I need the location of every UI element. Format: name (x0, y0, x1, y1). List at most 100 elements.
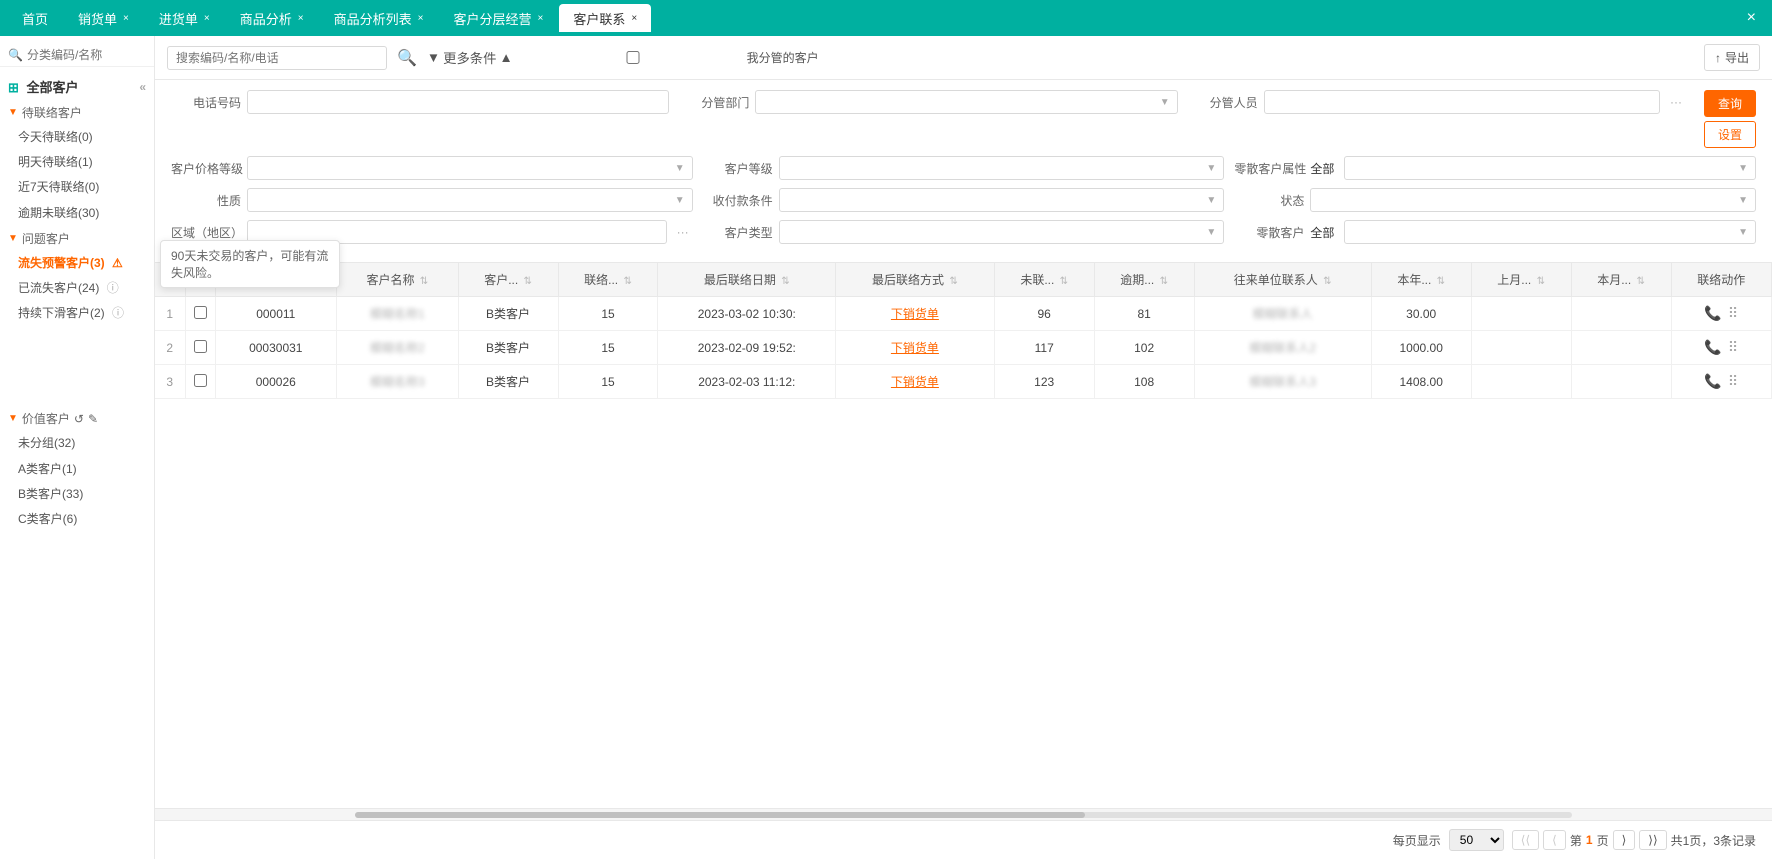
filter-customer-level: 客户等级 ▼ (703, 156, 1225, 180)
search-input[interactable] (167, 46, 387, 70)
sidebar-item-today[interactable]: 今天待联络(0) (0, 125, 154, 150)
sidebar-search-input[interactable] (27, 48, 146, 62)
row-last-method[interactable]: 下销货单 (836, 297, 995, 331)
filter-zero-customer: 零散客户 全部 ▼ (1234, 220, 1756, 244)
filter-status-select[interactable]: ▼ (1310, 188, 1756, 212)
tab-home[interactable]: 首页 (8, 4, 62, 32)
sort-icon[interactable]: ⇅ (1323, 276, 1331, 287)
sort-icon[interactable]: ⇅ (524, 276, 532, 287)
sort-icon[interactable]: ⇅ (1060, 276, 1068, 287)
my-customers-checkbox[interactable] (523, 51, 743, 64)
sort-icon[interactable]: ⇅ (420, 276, 428, 287)
contact-icon[interactable]: 📞 (1704, 373, 1721, 390)
last-page-button[interactable]: ⟩⟩ (1639, 830, 1666, 850)
row-checkbox[interactable] (185, 331, 215, 365)
row-last-method[interactable]: 下销货单 (836, 331, 995, 365)
search-button[interactable]: 🔍 (397, 48, 417, 68)
sidebar-item-ungrouped[interactable]: 未分组(32) (0, 431, 154, 456)
first-page-button[interactable]: ⟨⟨ (1512, 830, 1539, 850)
tab-customer-tier[interactable]: 客户分层经营 × (439, 4, 557, 32)
sidebar-item-overdue[interactable]: 逾期未联络(30) (0, 201, 154, 226)
next-page-button[interactable]: ⟩ (1613, 830, 1636, 850)
nature-select[interactable] (247, 188, 693, 212)
sidebar-all-customers[interactable]: ⊞ 全部客户 « (0, 73, 154, 100)
customer-level-select[interactable] (779, 156, 1225, 180)
row-actions: 📞 ⠿ (1671, 331, 1771, 365)
sidebar-item-type-b[interactable]: B类客户(33) (0, 482, 154, 507)
refresh-icon[interactable]: ↺ (74, 412, 84, 426)
close-icon[interactable]: × (631, 13, 637, 24)
close-icon[interactable]: × (204, 13, 210, 24)
close-icon[interactable]: × (537, 13, 543, 24)
row-last-method[interactable]: 下销货单 (836, 365, 995, 399)
filter-zero-customer-select[interactable]: ▼ (1344, 220, 1756, 244)
zero-customer-select[interactable] (1344, 220, 1756, 244)
sidebar-item-churned[interactable]: 已流失客户(24) ⓘ (0, 276, 154, 301)
prev-page-button[interactable]: ⟨ (1543, 830, 1566, 850)
row-checkbox[interactable] (185, 297, 215, 331)
more-action-icon[interactable]: ⠿ (1728, 305, 1738, 322)
more-conditions-button[interactable]: ▼ 更多条件 ▲ (427, 48, 513, 67)
filter-phone-input[interactable] (247, 90, 669, 114)
sort-icon[interactable]: ⇅ (1637, 276, 1645, 287)
col-last-date: 最后联络日期 ⇅ (658, 263, 836, 297)
contact-icon[interactable]: 📞 (1704, 305, 1721, 322)
sort-icon[interactable]: ⇅ (949, 276, 957, 287)
filter-customer-level-select[interactable]: ▼ (779, 156, 1225, 180)
customer-type-select[interactable] (779, 220, 1225, 244)
tab-sales[interactable]: 销货单 × (64, 4, 143, 32)
payment-select[interactable] (779, 188, 1225, 212)
filter-nature-select[interactable]: ▼ (247, 188, 693, 212)
close-icon[interactable]: × (123, 13, 129, 24)
filter-customer-type-select[interactable]: ▼ (779, 220, 1225, 244)
filter-staff-select[interactable] (1264, 90, 1660, 114)
filter-price-level-select[interactable]: ▼ (247, 156, 693, 180)
scrollbar-thumb[interactable] (355, 812, 1085, 818)
my-customers-checkbox-label[interactable]: 我分管的客户 (523, 49, 819, 66)
sidebar-group-problem[interactable]: ▼ 问题客户 (0, 226, 154, 251)
toolbar: 🔍 ▼ 更多条件 ▲ 我分管的客户 ↑ 导出 (155, 36, 1772, 80)
sort-icon[interactable]: ⇅ (1437, 276, 1445, 287)
filter-zero-attr-select[interactable]: ▼ (1344, 156, 1756, 180)
close-icon[interactable]: × (418, 13, 424, 24)
sort-icon[interactable]: ⇅ (1537, 276, 1545, 287)
more-staff-icon[interactable]: ··· (1666, 95, 1686, 109)
horizontal-scrollbar[interactable] (155, 808, 1772, 820)
filter-dept-select[interactable]: ▼ (755, 90, 1177, 114)
row-checkbox[interactable] (185, 365, 215, 399)
sidebar-group-pending[interactable]: ▼ 待联络客户 (0, 100, 154, 125)
more-action-icon[interactable]: ⠿ (1728, 373, 1738, 390)
tab-purchase[interactable]: 进货单 × (145, 4, 224, 32)
sidebar-item-type-c[interactable]: C类客户(6) (0, 507, 154, 532)
sidebar-item-declining[interactable]: 持续下滑客户(2) ⓘ (0, 301, 154, 326)
customer-table: ⚙ 客户编码 ⇅ 客户名称 ⇅ (155, 263, 1772, 399)
filter-payment-select[interactable]: ▼ (779, 188, 1225, 212)
edit-icon[interactable]: ✎ (88, 412, 98, 426)
tab-product-analysis[interactable]: 商品分析 × (226, 4, 318, 32)
status-select[interactable] (1310, 188, 1756, 212)
window-close-button[interactable]: × (1739, 9, 1764, 27)
zero-attr-select[interactable] (1344, 156, 1756, 180)
tab-product-analysis-list[interactable]: 商品分析列表 × (320, 4, 438, 32)
export-button[interactable]: ↑ 导出 (1704, 44, 1760, 71)
dept-select[interactable] (755, 90, 1177, 114)
sort-icon[interactable]: ⇅ (1160, 276, 1168, 287)
sort-icon[interactable]: ⇅ (781, 276, 789, 287)
more-region-icon[interactable]: ··· (673, 225, 693, 239)
price-level-select[interactable] (247, 156, 693, 180)
filter-staff-input[interactable] (1264, 90, 1660, 114)
query-button[interactable]: 查询 (1704, 90, 1756, 117)
close-icon[interactable]: × (298, 13, 304, 24)
sidebar-item-churn-warning[interactable]: 流失预警客户(3) ⚠ (0, 251, 154, 276)
per-page-select[interactable]: 50 100 200 (1449, 829, 1504, 851)
more-action-icon[interactable]: ⠿ (1728, 339, 1738, 356)
setting-button[interactable]: 设置 (1704, 121, 1756, 148)
sidebar-item-tomorrow[interactable]: 明天待联络(1) (0, 150, 154, 175)
sidebar-item-7days[interactable]: 近7天待联络(0) (0, 175, 154, 200)
sidebar-group-value[interactable]: ▼ 价值客户 ↺ ✎ (0, 406, 154, 431)
contact-icon[interactable]: 📞 (1704, 339, 1721, 356)
sidebar-item-type-a[interactable]: A类客户(1) (0, 457, 154, 482)
collapse-icon[interactable]: « (139, 80, 146, 94)
sort-icon[interactable]: ⇅ (623, 276, 631, 287)
tab-customer-contact[interactable]: 客户联系 × (559, 4, 651, 32)
